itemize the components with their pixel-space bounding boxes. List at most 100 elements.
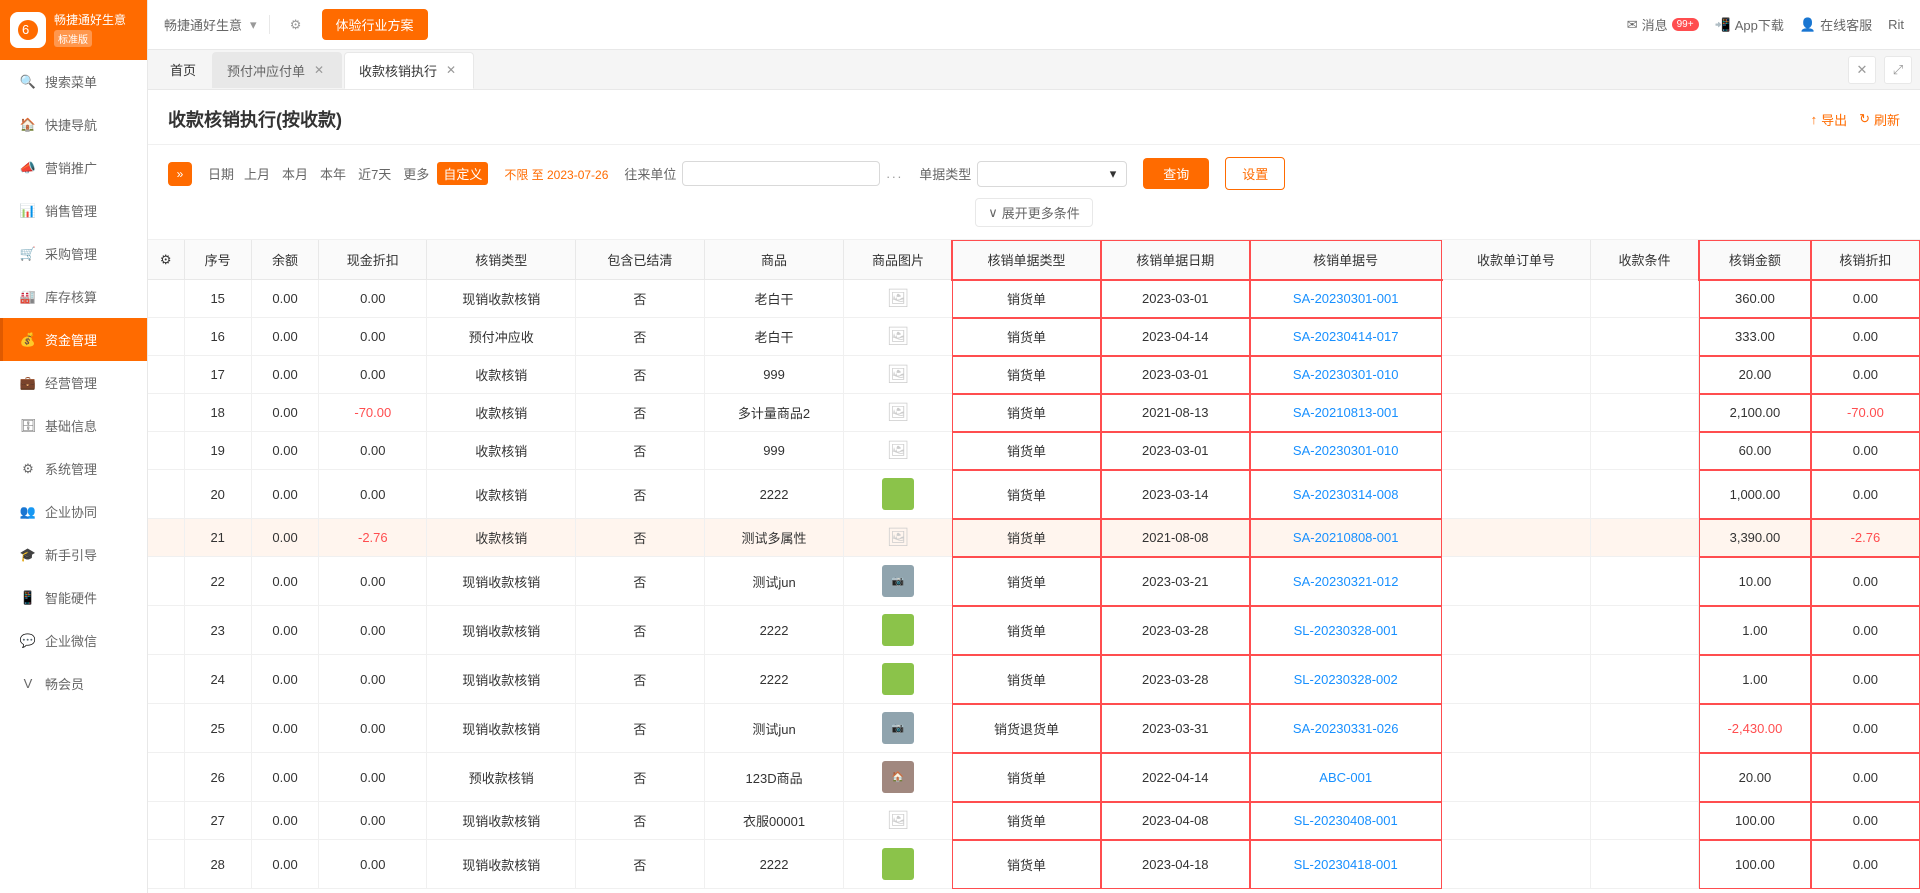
td-seq: 25 bbox=[184, 704, 251, 753]
sidebar-item-sales[interactable]: 📊 销售管理 bbox=[0, 189, 147, 232]
sidebar-item-system[interactable]: ⚙ 系统管理 bbox=[0, 447, 147, 490]
td-write-off-discount: 0.00 bbox=[1811, 280, 1919, 318]
bill-type-select[interactable]: ▾ bbox=[977, 161, 1127, 187]
bill-no-link[interactable]: SA-20230301-010 bbox=[1293, 443, 1399, 458]
app-download-button[interactable]: 📲 App下载 bbox=[1715, 15, 1784, 34]
this-month-btn[interactable]: 本月 bbox=[278, 162, 312, 185]
this-year-btn[interactable]: 本年 bbox=[316, 162, 350, 185]
table-row: 15 0.00 0.00 现销收款核销 否 老白干 🖼 销货单 2023-03-… bbox=[148, 280, 1920, 318]
table-row: 24 0.00 0.00 现销收款核销 否 2222 销货单 2023-03-2… bbox=[148, 655, 1920, 704]
table-row: 19 0.00 0.00 收款核销 否 999 🖼 销货单 2023-03-01… bbox=[148, 432, 1920, 470]
last-7-days-btn[interactable]: 近7天 bbox=[354, 162, 395, 185]
wechat-icon: 💬 bbox=[19, 632, 37, 650]
sidebar-item-collab[interactable]: 👥 企业协同 bbox=[0, 490, 147, 533]
td-write-off-type: 现销收款核销 bbox=[427, 704, 576, 753]
export-button[interactable]: ↑ 导出 bbox=[1811, 110, 1848, 129]
td-product: 999 bbox=[704, 356, 844, 394]
tab-home[interactable]: 首页 bbox=[156, 52, 210, 87]
td-product: 衣服00001 bbox=[704, 802, 844, 840]
td-product-img: 📷 bbox=[844, 704, 952, 753]
filter-expand-button[interactable]: » bbox=[168, 162, 192, 186]
last-month-btn[interactable]: 上月 bbox=[240, 162, 274, 185]
td-write-off-discount: 0.00 bbox=[1811, 432, 1919, 470]
write-off-tab-close[interactable]: ✕ bbox=[443, 62, 459, 78]
td-settings bbox=[148, 280, 184, 318]
th-product: 商品 bbox=[704, 240, 844, 280]
td-bill-date: 2022-04-14 bbox=[1101, 753, 1250, 802]
td-product-img: 🖼 bbox=[844, 519, 952, 557]
sidebar-item-member[interactable]: V 畅会员 bbox=[0, 662, 147, 705]
bill-no-link[interactable]: SA-20210808-001 bbox=[1293, 530, 1399, 545]
td-bill-date: 2021-08-13 bbox=[1101, 394, 1250, 432]
sidebar-item-finance[interactable]: 💰 资金管理 bbox=[0, 318, 147, 361]
bill-no-link[interactable]: SL-20230328-001 bbox=[1294, 623, 1398, 638]
td-included-settled: 否 bbox=[576, 655, 704, 704]
sidebar-item-inventory[interactable]: 🏭 库存核算 bbox=[0, 275, 147, 318]
sidebar-item-management[interactable]: 💼 经营管理 bbox=[0, 361, 147, 404]
table-row: 16 0.00 0.00 预付冲应收 否 老白干 🖼 销货单 2023-04-1… bbox=[148, 318, 1920, 356]
search-button[interactable]: 查询 bbox=[1143, 158, 1209, 189]
td-settings bbox=[148, 519, 184, 557]
message-button[interactable]: ✉ 消息 99+ bbox=[1627, 15, 1699, 34]
expand-more-button[interactable]: ∨ 展开更多条件 bbox=[975, 198, 1093, 227]
table-row: 21 0.00 -2.76 收款核销 否 测试多属性 🖼 销货单 2021-08… bbox=[148, 519, 1920, 557]
tabbar-controls: ✕ ⤢ bbox=[1848, 56, 1912, 84]
sidebar-item-nav[interactable]: 🏠 快捷导航 bbox=[0, 103, 147, 146]
th-write-off-type: 核销类型 bbox=[427, 240, 576, 280]
page-title: 收款核销执行(按收款) bbox=[168, 106, 342, 132]
sidebar-item-search[interactable]: 🔍 搜索菜单 bbox=[0, 60, 147, 103]
th-included-settled: 包含已结清 bbox=[576, 240, 704, 280]
bill-no-link[interactable]: SA-20230301-001 bbox=[1293, 291, 1399, 306]
bill-no-link[interactable]: SA-20210813-001 bbox=[1293, 405, 1399, 420]
td-balance: 0.00 bbox=[251, 753, 318, 802]
bill-no-link[interactable]: SL-20230408-001 bbox=[1294, 813, 1398, 828]
bill-no-link[interactable]: SA-20230321-012 bbox=[1293, 574, 1399, 589]
td-bill-type: 销货单 bbox=[952, 280, 1101, 318]
bill-no-link[interactable]: SL-20230418-001 bbox=[1294, 857, 1398, 872]
custom-date-btn[interactable]: 自定义 bbox=[437, 162, 488, 185]
td-bill-type: 销货单 bbox=[952, 802, 1101, 840]
sidebar-item-wechat[interactable]: 💬 企业微信 bbox=[0, 619, 147, 662]
bill-no-link[interactable]: ABC-001 bbox=[1319, 770, 1372, 785]
refresh-button[interactable]: ↻ 刷新 bbox=[1859, 110, 1900, 129]
td-receipt-condition bbox=[1590, 318, 1698, 356]
cart-icon: 🛒 bbox=[19, 245, 37, 263]
sidebar-item-guide[interactable]: 🎓 新手引导 bbox=[0, 533, 147, 576]
sidebar-item-purchase[interactable]: 🛒 采购管理 bbox=[0, 232, 147, 275]
online-service-button[interactable]: 👤 在线客服 bbox=[1800, 15, 1872, 34]
bill-no-link[interactable]: SA-20230331-026 bbox=[1293, 721, 1399, 736]
tab-close-all-button[interactable]: ✕ bbox=[1848, 56, 1876, 84]
td-included-settled: 否 bbox=[576, 753, 704, 802]
prepay-tab-close[interactable]: ✕ bbox=[311, 62, 327, 78]
settings-button[interactable]: ⚙ bbox=[282, 11, 310, 39]
th-seq: 序号 bbox=[184, 240, 251, 280]
filter-setting-button[interactable]: 设置 bbox=[1225, 157, 1285, 190]
bill-no-link[interactable]: SA-20230301-010 bbox=[1293, 367, 1399, 382]
td-seq: 18 bbox=[184, 394, 251, 432]
bill-no-link[interactable]: SA-20230414-017 bbox=[1293, 329, 1399, 344]
td-cash-discount: 0.00 bbox=[319, 655, 427, 704]
more-btn[interactable]: 更多 bbox=[399, 162, 433, 185]
sidebar-item-hardware[interactable]: 📱 智能硬件 bbox=[0, 576, 147, 619]
bill-no-link[interactable]: SA-20230314-008 bbox=[1293, 487, 1399, 502]
th-receipt-order-no: 收款单订单号 bbox=[1442, 240, 1591, 280]
td-write-off-type: 收款核销 bbox=[427, 519, 576, 557]
td-product: 123D商品 bbox=[704, 753, 844, 802]
date-label: 日期 bbox=[208, 164, 234, 183]
td-seq: 17 bbox=[184, 356, 251, 394]
td-bill-no: SL-20230328-001 bbox=[1250, 606, 1442, 655]
td-seq: 26 bbox=[184, 753, 251, 802]
td-receipt-order-no bbox=[1442, 470, 1591, 519]
tab-expand-button[interactable]: ⤢ bbox=[1884, 56, 1912, 84]
sidebar-item-basic-info[interactable]: 🗄 基础信息 bbox=[0, 404, 147, 447]
bill-no-link[interactable]: SL-20230328-002 bbox=[1294, 672, 1398, 687]
warehouse-icon: 🏭 bbox=[19, 288, 37, 306]
tab-write-off[interactable]: 收款核销执行 ✕ bbox=[344, 52, 474, 89]
counterpart-input[interactable] bbox=[682, 161, 880, 186]
table-wrap: ⚙ 序号 余额 现金折扣 核销类型 包含已结清 商品 商品图片 核销单据类型 核… bbox=[148, 240, 1920, 889]
tab-prepay[interactable]: 预付冲应付单 ✕ bbox=[212, 52, 342, 88]
solution-button[interactable]: 体验行业方案 bbox=[322, 9, 428, 40]
td-receipt-order-no bbox=[1442, 356, 1591, 394]
sidebar-item-marketing[interactable]: 📣 营销推广 bbox=[0, 146, 147, 189]
expand-more-icon: ∨ bbox=[988, 205, 998, 221]
